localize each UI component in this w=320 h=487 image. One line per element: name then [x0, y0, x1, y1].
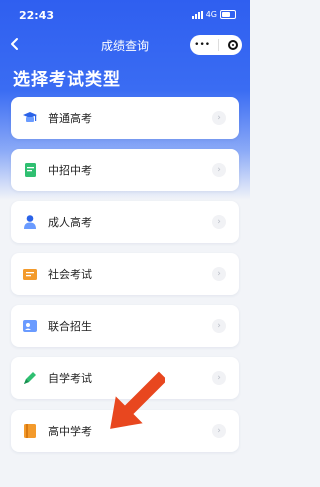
exam-item-label: 高中学考 [48, 425, 92, 438]
status-bar: 22:43 4G [0, 0, 250, 30]
chevron-right-icon: › [212, 215, 226, 229]
exam-item-joint[interactable]: 联合招生 › [11, 305, 239, 347]
book-icon [21, 422, 39, 440]
chevron-right-icon: › [212, 424, 226, 438]
battery-icon [220, 10, 236, 19]
certificate-icon [21, 265, 39, 283]
person-icon [21, 213, 39, 231]
chevron-right-icon: › [212, 111, 226, 125]
graduation-cap-icon [21, 109, 39, 127]
network-label: 4G [205, 10, 217, 19]
exam-item-label: 社会考试 [48, 268, 92, 281]
exam-item-zhongkao[interactable]: 中招中考 › [11, 149, 239, 191]
id-card-icon [21, 317, 39, 335]
nav-bar: 成绩查询 ••• [0, 32, 250, 58]
section-title: 选择考试类型 [13, 70, 121, 90]
exam-item-gaokao[interactable]: 普通高考 › [11, 97, 239, 139]
pointer-arrow-icon [110, 371, 165, 429]
pen-icon [21, 369, 39, 387]
document-icon [21, 161, 39, 179]
signal-icon [191, 10, 203, 19]
capsule-divider [218, 39, 220, 51]
exam-item-label: 自学考试 [48, 372, 92, 385]
close-miniprogram-icon[interactable] [227, 40, 238, 50]
chevron-right-icon: › [212, 371, 226, 385]
exam-item-label: 普通高考 [48, 112, 92, 125]
miniprogram-capsule: ••• [190, 35, 242, 55]
chevron-right-icon: › [212, 319, 226, 333]
exam-item-label: 中招中考 [48, 164, 92, 177]
exam-item-label: 成人高考 [48, 216, 92, 229]
exam-item-social[interactable]: 社会考试 › [11, 253, 239, 295]
more-menu-icon[interactable]: ••• [194, 40, 210, 50]
chevron-right-icon: › [212, 267, 226, 281]
chevron-right-icon: › [212, 163, 226, 177]
status-time: 22:43 [19, 9, 55, 22]
status-indicators: 4G [191, 10, 236, 19]
exam-item-label: 联合招生 [48, 320, 92, 333]
exam-item-adult[interactable]: 成人高考 › [11, 201, 239, 243]
